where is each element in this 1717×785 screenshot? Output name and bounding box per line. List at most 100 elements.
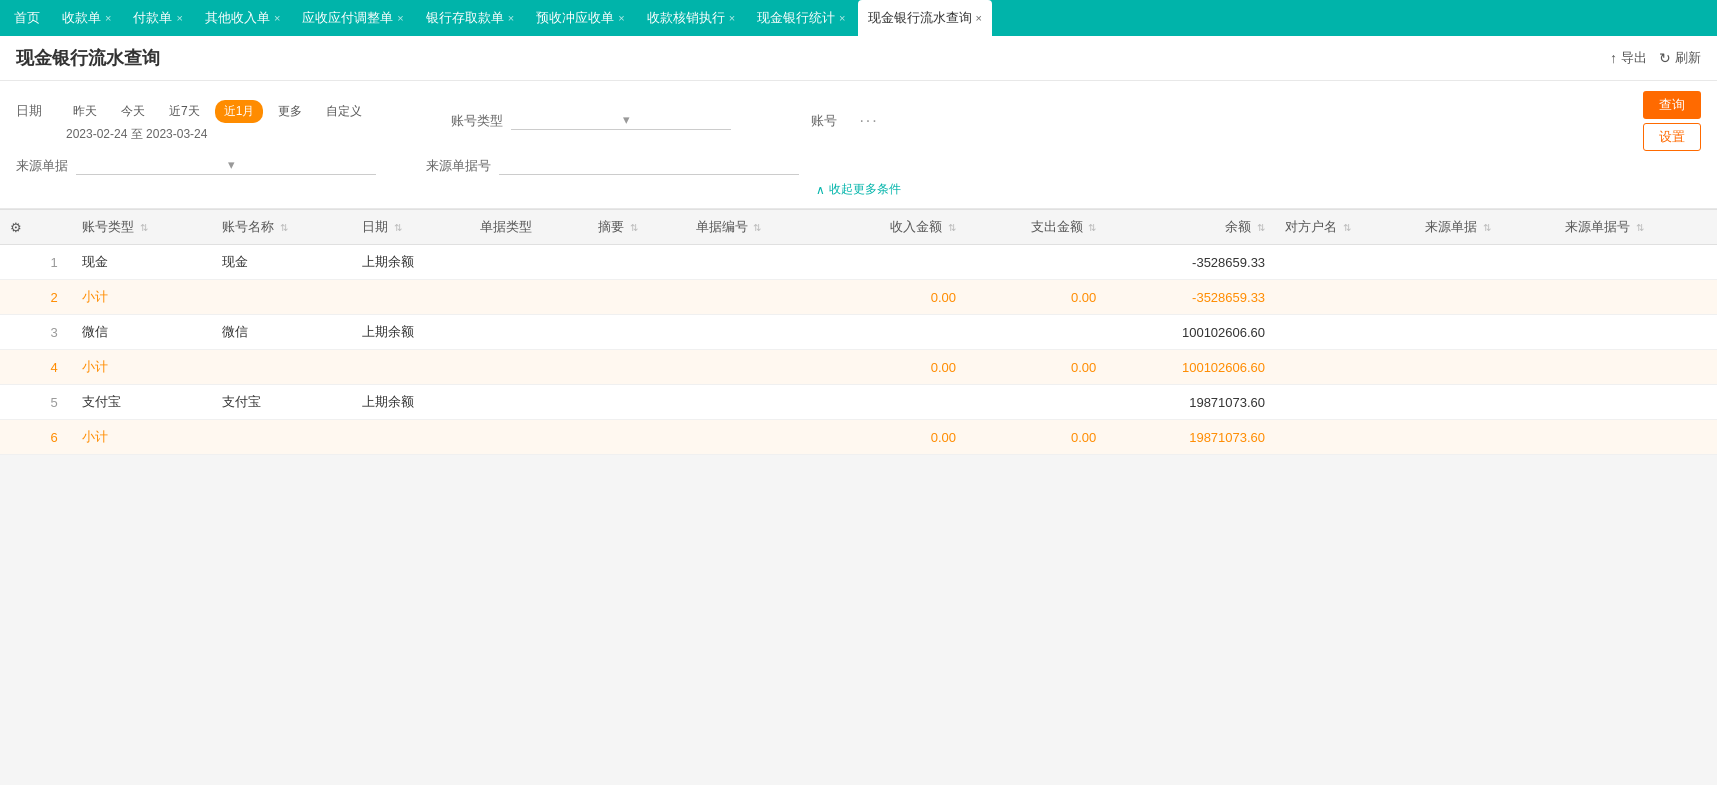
col-summary[interactable]: 摘要 ⇅ (588, 210, 686, 245)
nav-tab-7[interactable]: 现金银行统计 × (747, 0, 855, 36)
table-container: ⚙ 账号类型 ⇅ 账号名称 ⇅ 日期 ⇅ 单据类型 摘要 (0, 209, 1717, 455)
col-doc-no-label: 单据编号 (696, 219, 748, 234)
row-account-name: 现金 (212, 245, 352, 280)
col-account-name[interactable]: 账号名称 ⇅ (212, 210, 352, 245)
row-summary (588, 350, 686, 385)
col-income[interactable]: 收入金额 ⇅ (826, 210, 966, 245)
col-summary-label: 摘要 (598, 219, 624, 234)
row-gear-cell[interactable] (0, 420, 36, 455)
nav-tab-8[interactable]: 现金银行流水查询 × (858, 0, 992, 36)
row-account-type: 小计 (72, 280, 212, 315)
export-button[interactable]: ↑ 导出 (1610, 49, 1647, 67)
row-doc-type (470, 420, 588, 455)
row-counterpart (1275, 280, 1415, 315)
date-btn-more[interactable]: 更多 (269, 100, 311, 123)
row-date (352, 350, 470, 385)
collapse-up-icon: ∧ (816, 183, 825, 197)
row-source-doc (1415, 315, 1555, 350)
chevron-down-icon: ▾ (623, 112, 731, 127)
row-balance: -3528659.33 (1106, 245, 1275, 280)
row-balance: -3528659.33 (1106, 280, 1275, 315)
collapse-bar[interactable]: ∧ 收起更多条件 (16, 181, 1701, 198)
query-button[interactable]: 查询 (1643, 91, 1701, 119)
row-gear-cell[interactable] (0, 385, 36, 420)
row-source-doc-no (1555, 420, 1717, 455)
page-title: 现金银行流水查询 (16, 46, 160, 70)
row-account-type: 小计 (72, 420, 212, 455)
col-date[interactable]: 日期 ⇅ (352, 210, 470, 245)
nav-tab-3[interactable]: 应收应付调整单 × (292, 0, 413, 36)
date-btn-yesterday[interactable]: 昨天 (64, 100, 106, 123)
col-counterpart[interactable]: 对方户名 ⇅ (1275, 210, 1415, 245)
row-account-name (212, 420, 352, 455)
row-counterpart (1275, 420, 1415, 455)
close-icon[interactable]: × (618, 12, 624, 24)
sort-icon: ⇅ (140, 222, 148, 233)
row-counterpart (1275, 315, 1415, 350)
col-account-type[interactable]: 账号类型 ⇅ (72, 210, 212, 245)
source-doc-no-input[interactable] (499, 157, 799, 172)
date-btn-today[interactable]: 今天 (112, 100, 154, 123)
col-balance[interactable]: 余额 ⇅ (1106, 210, 1275, 245)
row-gear-cell[interactable] (0, 350, 36, 385)
nav-tab-1[interactable]: 付款单 × (123, 0, 192, 36)
row-source-doc-no (1555, 315, 1717, 350)
col-account-name-label: 账号名称 (222, 219, 274, 234)
row-gear-cell[interactable] (0, 315, 36, 350)
row-counterpart (1275, 245, 1415, 280)
close-icon[interactable]: × (839, 12, 845, 24)
close-icon[interactable]: × (729, 12, 735, 24)
table-row: 2小计0.000.00-3528659.33 (0, 280, 1717, 315)
row-doc-no (686, 280, 826, 315)
account-ellipsis-button[interactable]: ··· (859, 112, 878, 130)
refresh-button[interactable]: ↻ 刷新 (1659, 49, 1701, 67)
sort-icon: ⇅ (1088, 222, 1096, 233)
close-icon[interactable]: × (508, 12, 514, 24)
chevron-down-icon-2: ▾ (228, 157, 376, 172)
close-icon[interactable]: × (105, 12, 111, 24)
nav-home[interactable]: 首页 (4, 9, 50, 27)
date-btn-custom[interactable]: 自定义 (317, 100, 371, 123)
row-gear-cell[interactable] (0, 245, 36, 280)
account-label: 账号 (811, 112, 851, 130)
col-doc-no[interactable]: 单据编号 ⇅ (686, 210, 826, 245)
nav-tab-0[interactable]: 收款单 × (52, 0, 121, 36)
close-icon[interactable]: × (176, 12, 182, 24)
nav-tab-6[interactable]: 收款核销执行 × (637, 0, 745, 36)
col-gear[interactable]: ⚙ (0, 210, 36, 245)
col-num (36, 210, 72, 245)
source-doc-select[interactable]: ▾ (76, 157, 376, 175)
account-type-select[interactable]: ▾ (511, 112, 731, 130)
row-account-name (212, 350, 352, 385)
col-expense[interactable]: 支出金额 ⇅ (966, 210, 1106, 245)
col-source-doc-no[interactable]: 来源单据号 ⇅ (1555, 210, 1717, 245)
row-date: 上期余额 (352, 245, 470, 280)
nav-tab-2[interactable]: 其他收入单 × (195, 0, 290, 36)
row-num-cell: 2 (36, 280, 72, 315)
date-btn-1month[interactable]: 近1月 (215, 100, 264, 123)
row-date (352, 280, 470, 315)
row-gear-cell[interactable] (0, 280, 36, 315)
col-doc-type: 单据类型 (470, 210, 588, 245)
sort-icon: ⇅ (948, 222, 956, 233)
row-doc-type (470, 315, 588, 350)
sort-icon: ⇅ (753, 222, 761, 233)
table-row: 4小计0.000.00100102606.60 (0, 350, 1717, 385)
row-summary (588, 315, 686, 350)
row-balance: 100102606.60 (1106, 315, 1275, 350)
row-doc-type (470, 350, 588, 385)
row-counterpart (1275, 385, 1415, 420)
row-num-cell: 1 (36, 245, 72, 280)
close-icon[interactable]: × (274, 12, 280, 24)
close-icon[interactable]: × (976, 12, 982, 24)
date-btn-7days[interactable]: 近7天 (160, 100, 209, 123)
nav-tab-4[interactable]: 银行存取款单 × (416, 0, 524, 36)
close-icon[interactable]: × (397, 12, 403, 24)
settings-button[interactable]: 设置 (1643, 123, 1701, 151)
col-source-doc[interactable]: 来源单据 ⇅ (1415, 210, 1555, 245)
filter-row-1: 日期 昨天 今天 近7天 近1月 更多 自定义 2023-02-24 至 202… (16, 91, 1701, 151)
row-income: 0.00 (826, 350, 966, 385)
row-expense (966, 245, 1106, 280)
nav-tab-5[interactable]: 预收冲应收单 × (526, 0, 634, 36)
col-source-doc-no-label: 来源单据号 (1565, 219, 1630, 234)
